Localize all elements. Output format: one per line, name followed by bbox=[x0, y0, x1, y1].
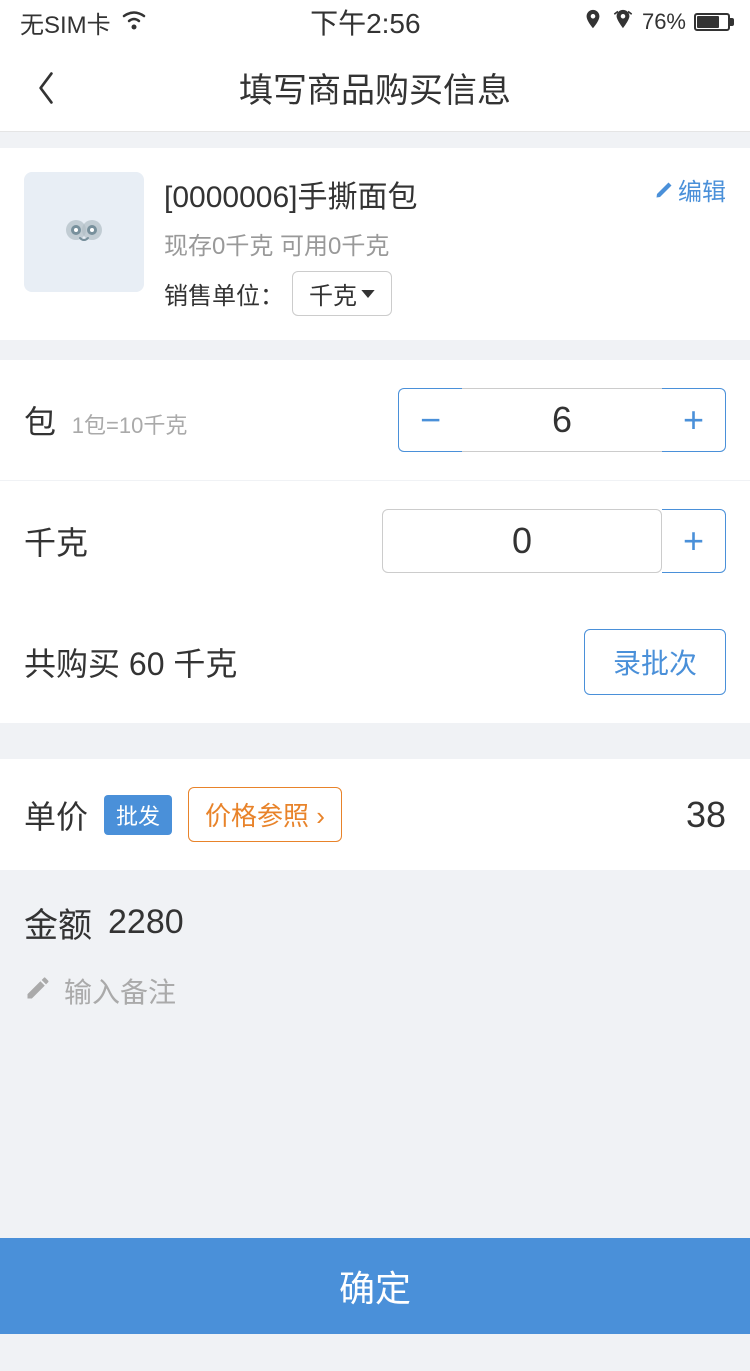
product-info: [0000006]手撕面包 现存0千克 可用0千克 销售单位： 千克 bbox=[164, 172, 726, 316]
status-right: 76% bbox=[582, 8, 730, 36]
nav-bar: 填写商品购买信息 bbox=[0, 44, 750, 132]
unit-select[interactable]: 千克 bbox=[292, 271, 392, 316]
amount-section: 金额 2280 输入备注 bbox=[0, 870, 750, 1031]
kg-increment-button[interactable]: + bbox=[662, 509, 726, 573]
note-row[interactable]: 输入备注 bbox=[24, 963, 726, 1019]
page-title: 填写商品购买信息 bbox=[239, 63, 511, 112]
unit-label: 销售单位： bbox=[164, 276, 284, 311]
price-value: 38 bbox=[686, 794, 726, 836]
bag-label: 包 1包=10千克 bbox=[24, 397, 398, 443]
summary-text: 共购买 60 千克 bbox=[24, 639, 237, 685]
status-bar: 无SIM卡 下午2:56 76% bbox=[0, 0, 750, 44]
kg-input-row: 千克 + bbox=[0, 481, 750, 601]
bag-label-main: 包 bbox=[24, 404, 56, 440]
unit-value: 千克 bbox=[309, 276, 357, 311]
edit-button[interactable]: 编辑 bbox=[654, 172, 726, 207]
price-type-tag: 批发 bbox=[104, 795, 172, 835]
input-section: 包 1包=10千克 − + 千克 + bbox=[0, 360, 750, 601]
note-icon bbox=[24, 974, 52, 1009]
amount-label: 金额 bbox=[24, 898, 92, 947]
kg-qty-control: + bbox=[382, 509, 726, 573]
price-reference-button[interactable]: 价格参照 › bbox=[188, 787, 342, 842]
battery-icon bbox=[694, 13, 730, 31]
product-thumbnail bbox=[24, 172, 144, 292]
kg-label-main: 千克 bbox=[24, 525, 88, 561]
note-placeholder: 输入备注 bbox=[64, 971, 176, 1011]
confirm-button[interactable]: 确定 bbox=[0, 1238, 750, 1334]
divider-2 bbox=[0, 723, 750, 743]
kg-label: 千克 bbox=[24, 518, 382, 564]
status-time: 下午2:56 bbox=[310, 2, 421, 42]
bag-increment-button[interactable]: + bbox=[662, 388, 726, 452]
status-left: 无SIM卡 bbox=[20, 5, 149, 40]
bag-input-row: 包 1包=10千克 − + bbox=[0, 360, 750, 481]
amount-row: 金额 2280 bbox=[24, 898, 726, 963]
location-icon bbox=[582, 8, 604, 36]
price-label: 单价 bbox=[24, 792, 88, 838]
kg-quantity-input[interactable] bbox=[382, 509, 662, 573]
divider-1 bbox=[0, 340, 750, 360]
product-name: [0000006]手撕面包 bbox=[164, 172, 726, 216]
amount-value: 2280 bbox=[108, 903, 184, 942]
price-section: 单价 批发 价格参照 › 38 bbox=[0, 759, 750, 870]
carrier-text: 无SIM卡 bbox=[20, 5, 111, 40]
bag-label-sub: 1包=10千克 bbox=[72, 413, 188, 438]
bag-qty-control: − + bbox=[398, 388, 726, 452]
bag-quantity-input[interactable] bbox=[462, 388, 662, 452]
product-unit-row: 销售单位： 千克 bbox=[164, 271, 726, 316]
bag-decrement-button[interactable]: − bbox=[398, 388, 462, 452]
edit-label: 编辑 bbox=[678, 172, 726, 207]
wifi-icon bbox=[119, 8, 149, 37]
product-card: [0000006]手撕面包 现存0千克 可用0千克 销售单位： 千克 编辑 bbox=[0, 148, 750, 340]
product-stock: 现存0千克 可用0千克 bbox=[164, 226, 726, 261]
back-button[interactable] bbox=[24, 66, 68, 110]
summary-row: 共购买 60 千克 录批次 bbox=[0, 601, 750, 723]
alarm-icon bbox=[612, 8, 634, 36]
battery-percent: 76% bbox=[642, 9, 686, 35]
batch-button[interactable]: 录批次 bbox=[584, 629, 726, 695]
